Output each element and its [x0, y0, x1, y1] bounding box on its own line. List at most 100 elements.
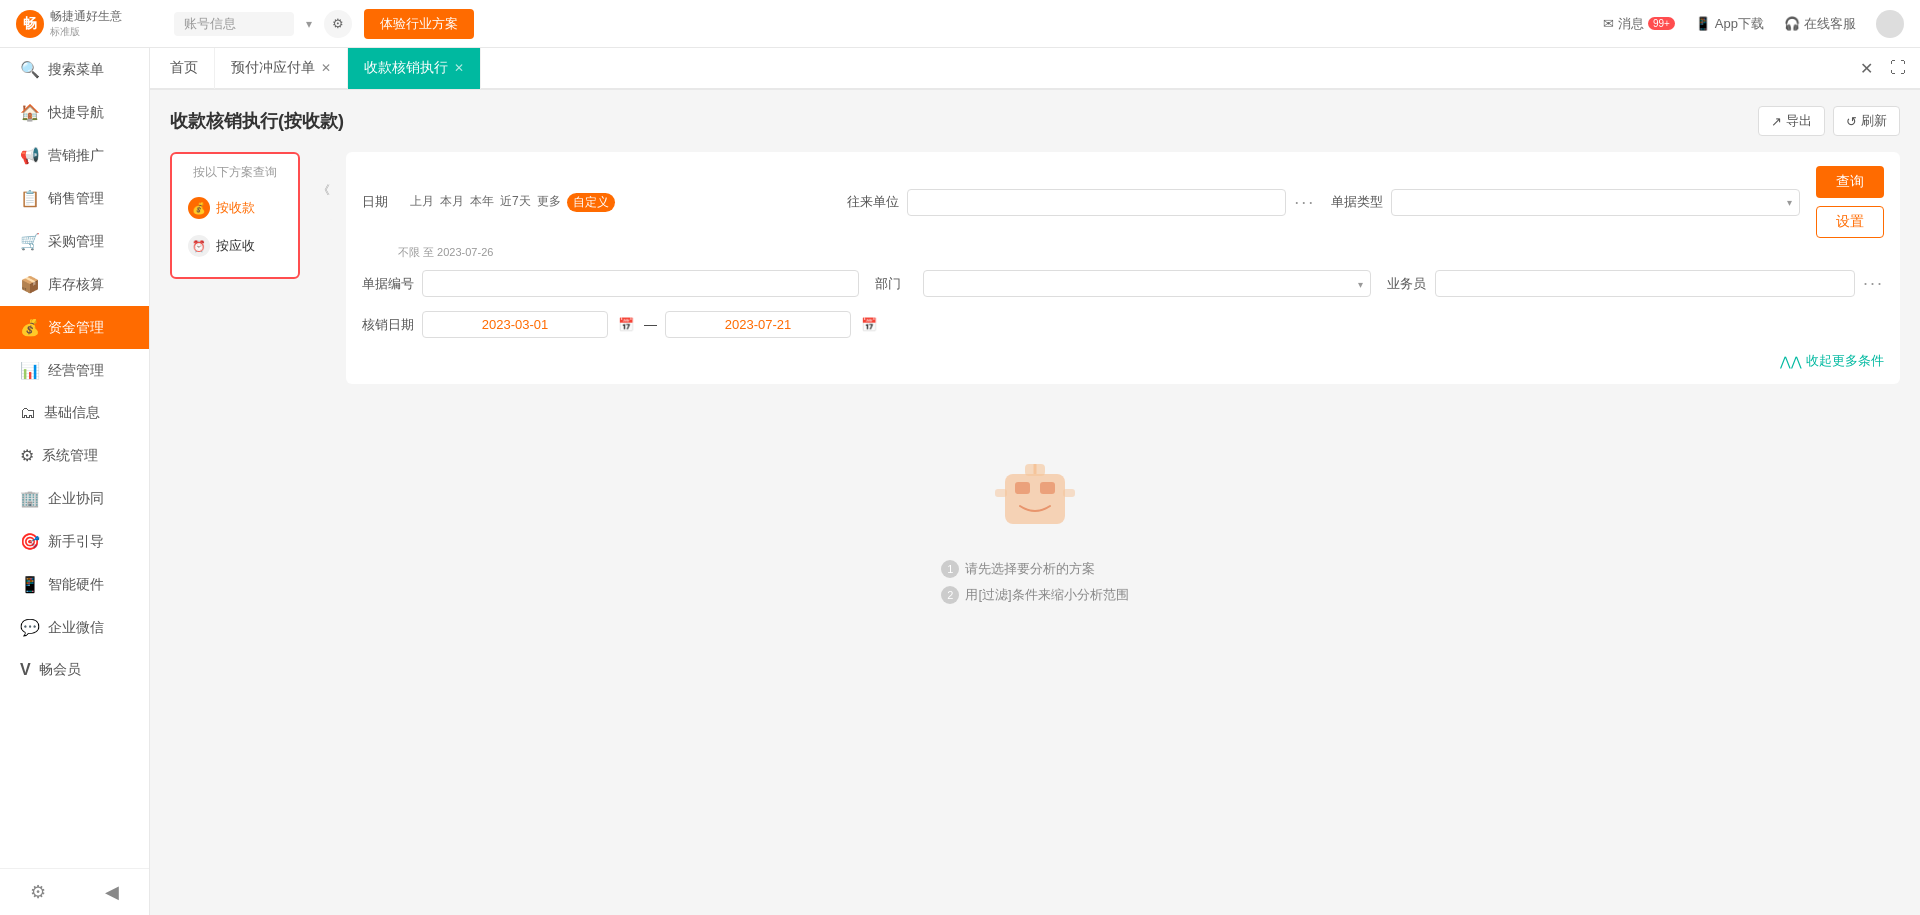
filter-option-by-receivable[interactable]: ⏰ 按应收 — [180, 229, 290, 263]
date-shortcut-this-year[interactable]: 本年 — [470, 193, 494, 212]
calendar-icon-end[interactable]: 📅 — [861, 317, 877, 332]
empty-tips: 1 请先选择要分析的方案 2 用[过滤]条件来缩小分析范围 — [941, 560, 1128, 604]
date-hint-row: 不限 至 2023-07-26 — [398, 244, 1884, 260]
counterpart-dots[interactable]: ··· — [1294, 192, 1315, 213]
tab-prepay-close[interactable]: ✕ — [321, 61, 331, 75]
header-account: 账号信息 — [174, 12, 294, 36]
message-btn[interactable]: ✉ 消息 99+ — [1603, 15, 1675, 33]
doc-type-select[interactable] — [1391, 189, 1800, 216]
verification-date-label: 核销日期 — [362, 316, 414, 334]
date-shortcuts: 上月 本月 本年 近7天 更多 自定义 — [410, 193, 615, 212]
filter-group-counterpart: 往来单位 ··· — [847, 189, 1316, 216]
date-shortcut-custom[interactable]: 自定义 — [567, 193, 615, 212]
query-btn[interactable]: 查询 — [1816, 166, 1884, 198]
sidebar-item-search-menu[interactable]: 🔍 搜索菜单 — [0, 48, 149, 91]
tab-bar: 首页 预付冲应付单 ✕ 收款核销执行 ✕ ✕ ⛶ — [150, 48, 1920, 90]
svg-rect-0 — [1005, 474, 1065, 524]
tip-text-1: 请先选择要分析的方案 — [965, 560, 1095, 578]
online-service-btn[interactable]: 🎧 在线客服 — [1784, 15, 1856, 33]
trial-btn[interactable]: 体验行业方案 — [364, 9, 474, 39]
sidebar-item-inventory[interactable]: 📦 库存核算 — [0, 263, 149, 306]
sidebar-item-label: 资金管理 — [48, 319, 104, 337]
tab-close-all-btn[interactable]: ✕ — [1852, 54, 1880, 82]
service-label: 在线客服 — [1804, 15, 1856, 33]
tab-prepay[interactable]: 预付冲应付单 ✕ — [215, 47, 348, 89]
refresh-btn[interactable]: ↺ 刷新 — [1833, 106, 1900, 136]
date-shortcut-7days[interactable]: 近7天 — [500, 193, 531, 212]
user-avatar[interactable] — [1876, 10, 1904, 38]
verification-end-input[interactable] — [665, 311, 851, 338]
by-receipt-label: 按收款 — [216, 199, 255, 217]
date-shortcut-last-month[interactable]: 上月 — [410, 193, 434, 212]
empty-tip-1: 1 请先选择要分析的方案 — [941, 560, 1128, 578]
tip-num-2: 2 — [941, 586, 959, 604]
sidebar-item-quick-nav[interactable]: 🏠 快捷导航 — [0, 91, 149, 134]
sidebar-item-smart-hw[interactable]: 📱 智能硬件 — [0, 563, 149, 606]
date-shortcut-more[interactable]: 更多 — [537, 193, 561, 212]
dept-select[interactable] — [923, 270, 1372, 297]
doc-number-input[interactable] — [422, 270, 859, 297]
date-shortcut-this-month[interactable]: 本月 — [440, 193, 464, 212]
sidebar-item-label: 基础信息 — [44, 404, 100, 422]
collapse-chevrons: ⋀⋀ — [1780, 354, 1802, 369]
header-dropdown-icon[interactable]: ▾ — [306, 17, 312, 31]
collapse-more-label: 收起更多条件 — [1806, 352, 1884, 370]
filter-wrapper: 按以下方案查询 💰 按收款 ⏰ 按应收 《 — [170, 152, 1900, 384]
sidebar-item-basic-info[interactable]: 🗂 基础信息 — [0, 392, 149, 434]
sidebar-collapse-btn[interactable]: ◀ — [105, 881, 119, 903]
quick-nav-icon: 🏠 — [20, 103, 40, 122]
sidebar-item-marketing[interactable]: 📢 营销推广 — [0, 134, 149, 177]
top-header: 畅 畅捷通好生意 标准版 账号信息 ▾ ⚙ 体验行业方案 ✉ 消息 99+ 📱 … — [0, 0, 1920, 48]
export-btn[interactable]: ↗ 导出 — [1758, 106, 1825, 136]
sidebar-item-system[interactable]: ⚙ 系统管理 — [0, 434, 149, 477]
counterpart-input[interactable] — [907, 189, 1287, 216]
sidebar-item-guide[interactable]: 🎯 新手引导 — [0, 520, 149, 563]
staff-dots[interactable]: ··· — [1863, 273, 1884, 294]
gear-icon: ⚙ — [332, 16, 344, 31]
filter-main: 日期 上月 本月 本年 近7天 更多 自定义 往来单位 — [346, 152, 1900, 384]
logo-area: 畅 畅捷通好生意 标准版 — [16, 8, 166, 39]
sidebar-item-label: 新手引导 — [48, 533, 104, 551]
sidebar-item-operation[interactable]: 📊 经营管理 — [0, 349, 149, 392]
sidebar-item-enterprise[interactable]: 🏢 企业协同 — [0, 477, 149, 520]
filter-group-doc-number: 单据编号 — [362, 270, 859, 297]
message-icon: ✉ — [1603, 16, 1614, 31]
tab-receipt-label: 收款核销执行 — [364, 59, 448, 77]
sidebar-item-purchase[interactable]: 🛒 采购管理 — [0, 220, 149, 263]
refresh-icon: ↺ — [1846, 114, 1857, 129]
sidebar: 🔍 搜索菜单 🏠 快捷导航 📢 营销推广 📋 销售管理 🛒 采购管理 📦 库存核… — [0, 48, 150, 915]
tab-expand-btn[interactable]: ⛶ — [1884, 54, 1912, 82]
purchase-icon: 🛒 — [20, 232, 40, 251]
inventory-icon: 📦 — [20, 275, 40, 294]
date-range-sep: — — [644, 317, 657, 332]
sidebar-item-finance[interactable]: 💰 资金管理 — [0, 306, 149, 349]
staff-input[interactable] — [1435, 270, 1855, 297]
sidebar-item-member[interactable]: V 畅会员 — [0, 649, 149, 691]
sidebar-settings-btn[interactable]: ⚙ — [30, 881, 46, 903]
tab-home[interactable]: 首页 — [150, 47, 215, 89]
sidebar-item-sales[interactable]: 📋 销售管理 — [0, 177, 149, 220]
empty-tip-2: 2 用[过滤]条件来缩小分析范围 — [941, 586, 1128, 604]
verification-start-input[interactable] — [422, 311, 608, 338]
tab-receipt-close[interactable]: ✕ — [454, 61, 464, 75]
tip-text-2: 用[过滤]条件来缩小分析范围 — [965, 586, 1128, 604]
tab-receipt[interactable]: 收款核销执行 ✕ — [348, 47, 481, 89]
filter-collapse-btn[interactable]: 《 — [314, 160, 334, 220]
calendar-icon-start[interactable]: 📅 — [618, 317, 634, 332]
doc-type-select-wrap: ▾ — [1391, 189, 1800, 216]
tip-num-1: 1 — [941, 560, 959, 578]
header-gear-btn[interactable]: ⚙ — [324, 10, 352, 38]
sidebar-item-label: 搜索菜单 — [48, 61, 104, 79]
filter-group-date: 日期 上月 本月 本年 近7天 更多 自定义 — [362, 193, 831, 212]
by-receipt-icon: 💰 — [188, 197, 210, 219]
filter-option-by-receipt[interactable]: 💰 按收款 — [180, 191, 290, 225]
filter-row-2: 单据编号 部门 ▾ 业务员 — [362, 270, 1884, 297]
filter-group-staff: 业务员 ··· — [1387, 270, 1884, 297]
by-receivable-label: 按应收 — [216, 237, 255, 255]
page-title-actions: ↗ 导出 ↺ 刷新 — [1758, 106, 1900, 136]
finance-icon: 💰 — [20, 318, 40, 337]
collapse-more-btn[interactable]: ⋀⋀ 收起更多条件 — [362, 352, 1884, 370]
settings-btn[interactable]: 设置 — [1816, 206, 1884, 238]
app-download-btn[interactable]: 📱 App下载 — [1695, 15, 1764, 33]
sidebar-item-wechat[interactable]: 💬 企业微信 — [0, 606, 149, 649]
